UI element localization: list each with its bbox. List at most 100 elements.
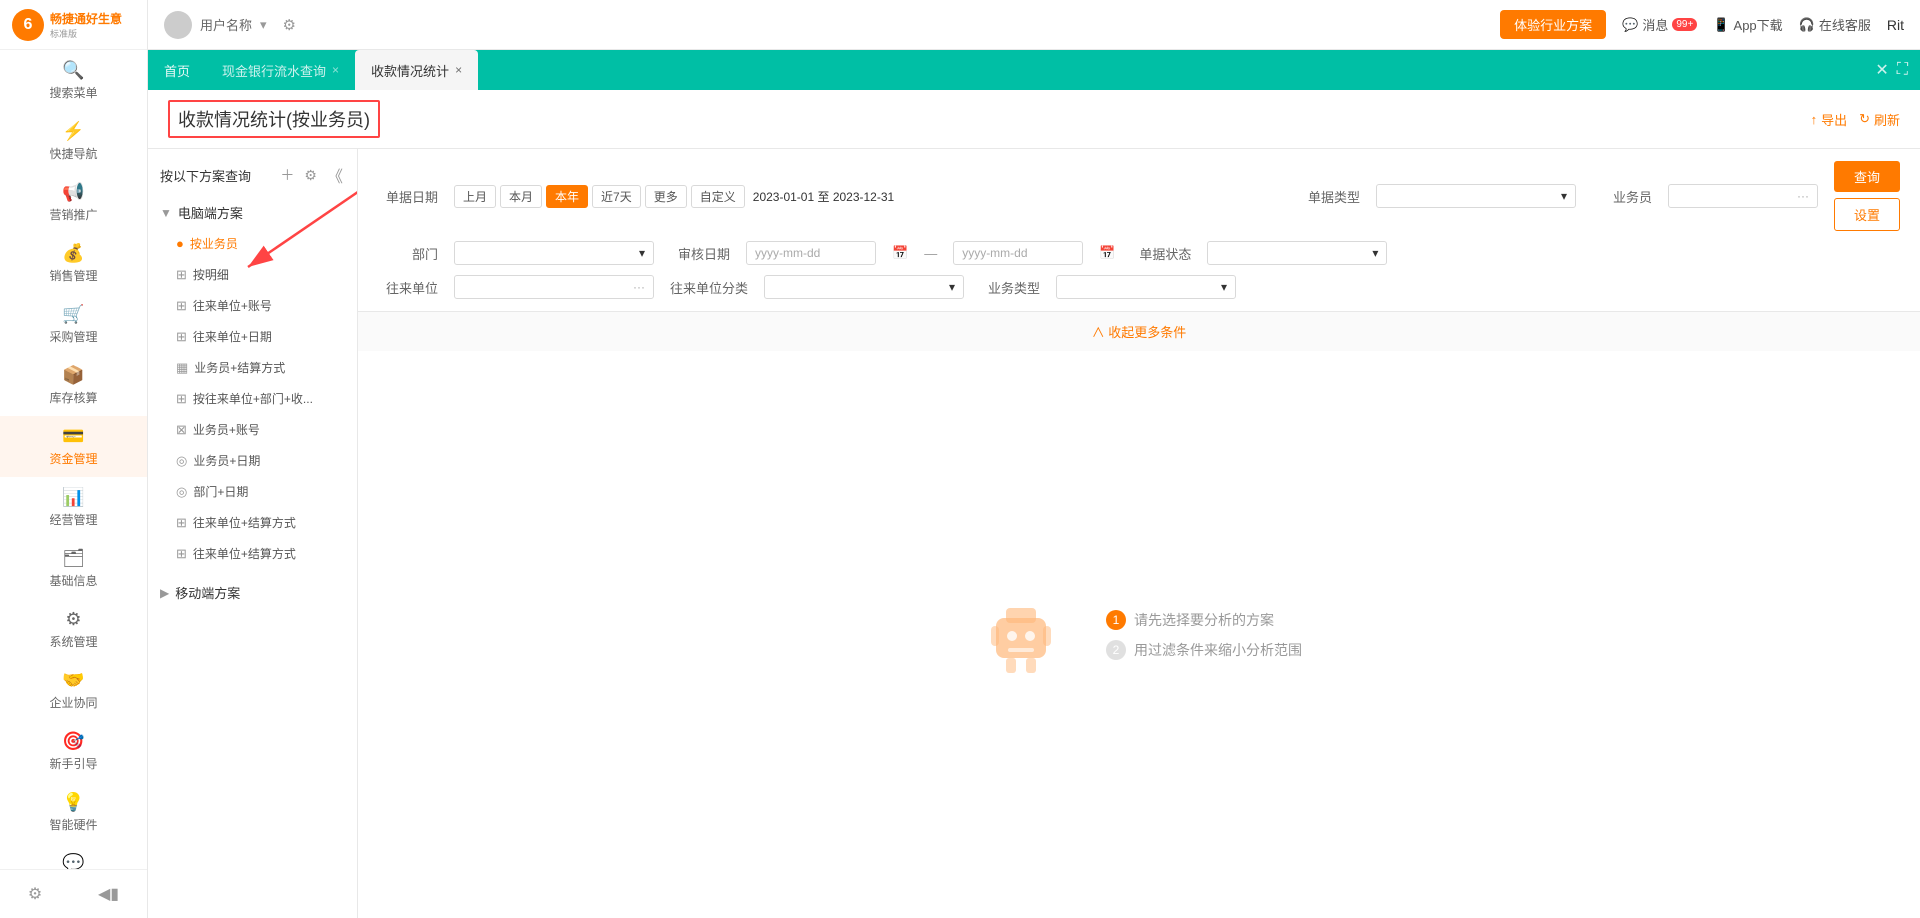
tab-home[interactable]: 首页 [148, 50, 206, 90]
sidebar-item-purchase[interactable]: 🛒 采购管理 [0, 294, 147, 355]
audit-date-to-calendar-icon[interactable]: 📅 [1099, 245, 1115, 261]
tab-bank[interactable]: 现金银行流水查询 × [206, 50, 355, 90]
collapse-panel-icon[interactable]: 《 [325, 161, 345, 189]
scheme-item-dept-date[interactable]: ◎ 部门+日期 [148, 476, 357, 507]
settings-gear-icon[interactable]: ⚙ [24, 880, 46, 908]
tab-collection[interactable]: 收款情况统计 × [355, 50, 478, 90]
add-scheme-icon[interactable]: ＋ [278, 163, 296, 187]
date-btn-this-month[interactable]: 本月 [500, 185, 542, 208]
bank-tab-close-icon[interactable]: × [332, 63, 339, 77]
partner-category-select[interactable]: ▾ [764, 275, 964, 299]
filter-row-1: 单据日期 上月 本月 本年 近7天 更多 自定义 2023-01-01 至 20… [378, 161, 1900, 231]
settings-icon[interactable]: ⚙ [283, 16, 296, 34]
left-panel-header: 按以下方案查询 ＋ ⚙ 《 [148, 149, 357, 197]
sidebar-item-finance[interactable]: 💳 资金管理 [0, 416, 147, 477]
partner-more-icon[interactable]: ··· [633, 280, 645, 294]
group-expand-icon: ▼ [160, 206, 172, 220]
date-btn-7days[interactable]: 近7天 [592, 185, 641, 208]
collapse-bar-label: ∧ 收起更多条件 [1092, 325, 1187, 340]
export-button[interactable]: ↑ 导出 [1811, 110, 1848, 129]
audit-date-to-input[interactable]: yyyy-mm-dd [953, 241, 1083, 265]
collapse-sidebar-icon[interactable]: ◀▮ [94, 880, 123, 908]
sidebar-item-collab[interactable]: 🤝 企业协同 [0, 660, 147, 721]
partner-date-icon: ⊞ [176, 329, 187, 345]
empty-text-list: 1 请先选择要分析的方案 2 用过滤条件来缩小分析范围 [1106, 610, 1302, 660]
dropdown-icon[interactable]: ▾ [260, 17, 267, 33]
step2-text: 用过滤条件来缩小分析范围 [1134, 640, 1302, 660]
salesperson-account-icon: ⊠ [176, 422, 187, 438]
system-icon: ⚙ [65, 609, 81, 630]
settings-button[interactable]: 设置 [1834, 198, 1900, 231]
partner-filter-label: 往来单位 [378, 278, 438, 297]
biz-type-select[interactable]: ▾ [1056, 275, 1236, 299]
mobile-scheme-group-header[interactable]: ▶ 移动端方案 [148, 577, 357, 608]
scheme-item-partner-dept[interactable]: ⊞ 按往来单位+部门+收... [148, 383, 357, 414]
sidebar-item-marketing[interactable]: 📢 营销推广 [0, 172, 147, 233]
maximize-icon[interactable]: ⛶ [1897, 61, 1908, 79]
scheme-item-partner-settle1[interactable]: ⊞ 往来单位+结算方式 [148, 507, 357, 538]
partner-settle2-icon: ⊞ [176, 546, 187, 562]
doc-type-select[interactable]: ▾ [1376, 184, 1576, 208]
sidebar-item-inventory[interactable]: 📦 库存核算 [0, 355, 147, 416]
export-icon: ↑ [1811, 112, 1818, 127]
sidebar-item-system[interactable]: ⚙ 系统管理 [0, 599, 147, 660]
refresh-button[interactable]: ↻ 刷新 [1859, 110, 1900, 129]
date-btn-more[interactable]: 更多 [645, 185, 687, 208]
tabbar-actions: ✕ ⛶ [1875, 60, 1920, 80]
sidebar-item-wechat[interactable]: 💬 企业微信 [0, 843, 147, 869]
partner-select[interactable]: ··· [454, 275, 654, 299]
dept-date-icon: ◎ [176, 484, 187, 500]
date-btn-last-month[interactable]: 上月 [454, 185, 496, 208]
content-area: 按以下方案查询 ＋ ⚙ 《 [148, 149, 1920, 918]
empty-content: 1 请先选择要分析的方案 2 用过滤条件来缩小分析范围 [976, 588, 1302, 681]
scheme-item-detail[interactable]: ⊞ 按明细 [148, 259, 357, 290]
date-btn-this-year[interactable]: 本年 [546, 185, 588, 208]
query-button[interactable]: 查询 [1834, 161, 1900, 192]
salesperson-select[interactable]: ··· [1668, 184, 1818, 208]
online-service-area[interactable]: 🎧 在线客服 [1799, 15, 1871, 34]
sidebar-item-nav[interactable]: ⚡ 快捷导航 [0, 111, 147, 172]
date-btn-custom[interactable]: 自定义 [691, 185, 745, 208]
sidebar-item-basic[interactable]: 🗂 基础信息 [0, 538, 147, 599]
scheme-item-partner-date[interactable]: ⊞ 往来单位+日期 [148, 321, 357, 352]
sidebar-item-search[interactable]: 🔍 搜索菜单 [0, 50, 147, 111]
salesperson-more-icon[interactable]: ··· [1797, 189, 1809, 203]
mobile-group-icon: ▶ [160, 586, 169, 600]
sidebar-item-guide[interactable]: 🎯 新手引导 [0, 721, 147, 782]
service-icon: 🎧 [1799, 17, 1815, 33]
scheme-item-salesperson-account[interactable]: ⊠ 业务员+账号 [148, 414, 357, 445]
purchase-icon: 🛒 [62, 304, 84, 325]
notification-area[interactable]: 💬 消息 99+ [1622, 15, 1697, 34]
audit-date-from-input[interactable]: yyyy-mm-dd [746, 241, 876, 265]
collection-tab-close-icon[interactable]: × [455, 63, 462, 77]
doc-status-select[interactable]: ▾ [1207, 241, 1387, 265]
scheme-item-partner-account[interactable]: ⊞ 往来单位+账号 [148, 290, 357, 321]
scheme-item-by-salesperson[interactable]: ● 按业务员 [148, 228, 357, 259]
collapse-bar[interactable]: ∧ 收起更多条件 [358, 312, 1920, 351]
salesperson-scheme-icon: ● [176, 236, 184, 251]
audit-date-from-calendar-icon[interactable]: 📅 [892, 245, 908, 261]
finance-icon: 💳 [62, 426, 84, 447]
scheme-item-salesperson-settle[interactable]: ▦ 业务员+结算方式 [148, 352, 357, 383]
sidebar-item-operation[interactable]: 📊 经营管理 [0, 477, 147, 538]
scheme-item-salesperson-date[interactable]: ◎ 业务员+日期 [148, 445, 357, 476]
trial-button[interactable]: 体验行业方案 [1500, 10, 1606, 39]
close-all-icon[interactable]: ✕ [1875, 60, 1888, 80]
scheme-item-partner-settle2[interactable]: ⊞ 往来单位+结算方式 [148, 538, 357, 569]
salesperson-settle-icon: ▦ [176, 360, 188, 376]
partner-account-icon: ⊞ [176, 298, 187, 314]
app-download-area[interactable]: 📱 App下载 [1713, 15, 1782, 34]
desktop-scheme-group-header[interactable]: ▼ 电脑端方案 [148, 197, 357, 228]
sidebar-item-sales[interactable]: 💰 销售管理 [0, 233, 147, 294]
basic-icon: 🗂 [62, 548, 85, 569]
sidebar-item-hardware[interactable]: 💡 智能硬件 [0, 782, 147, 843]
logo-icon: 6 [12, 9, 44, 41]
guide-icon: 🎯 [62, 731, 84, 752]
doc-type-dropdown-icon: ▾ [1561, 189, 1567, 203]
settings-scheme-icon[interactable]: ⚙ [302, 165, 319, 186]
left-panel: 按以下方案查询 ＋ ⚙ 《 [148, 149, 358, 918]
nav-icon: ⚡ [62, 121, 84, 142]
logo-area: 6 畅捷通好生意 标准版 [0, 0, 147, 50]
dept-filter-label: 部门 [378, 244, 438, 263]
dept-select[interactable]: ▾ [454, 241, 654, 265]
